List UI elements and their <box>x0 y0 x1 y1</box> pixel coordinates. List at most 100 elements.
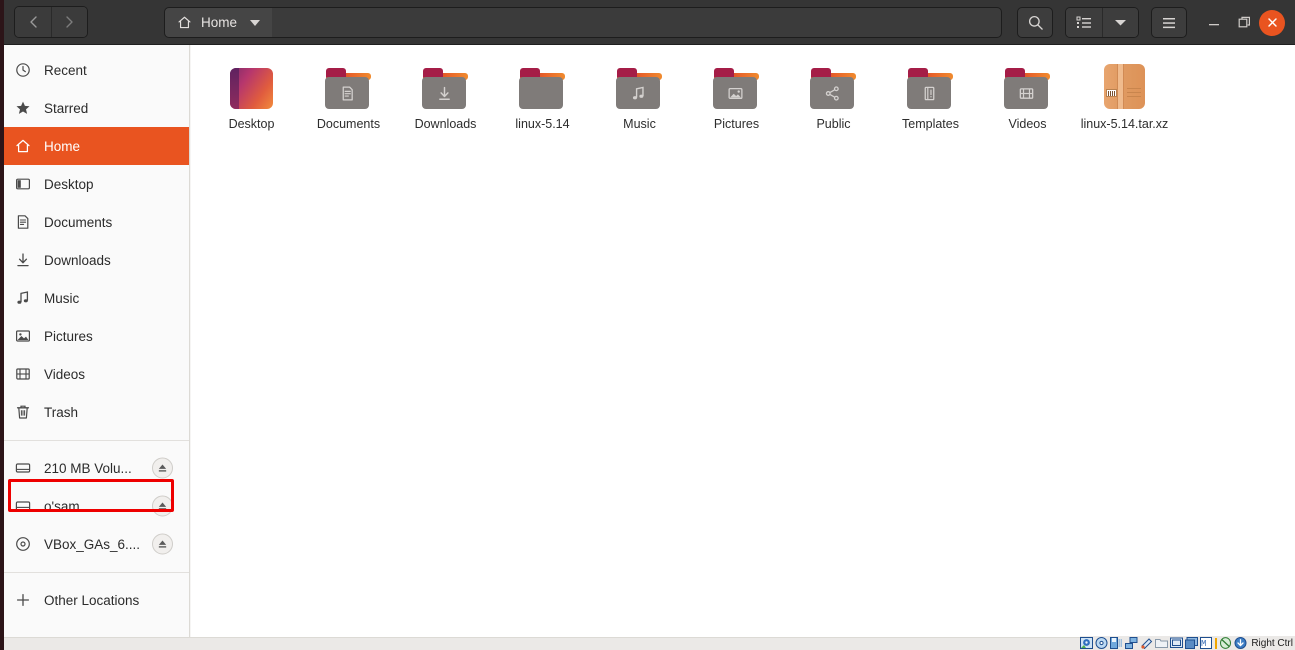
view-options-group <box>1065 7 1139 38</box>
sidebar-item-label: Documents <box>44 214 113 230</box>
document-icon <box>14 214 31 231</box>
chevron-down-icon[interactable] <box>250 19 261 26</box>
desktop-gradient-icon <box>226 61 278 109</box>
minimize-icon <box>1209 23 1219 25</box>
sidebar-item-recent[interactable]: Recent <box>0 51 189 89</box>
sidebar-item-videos[interactable]: Videos <box>0 355 189 393</box>
places-sidebar: Recent Starred Home Desktop Documents Do… <box>0 45 190 638</box>
optical-disk-icon[interactable] <box>1095 637 1108 649</box>
file-item-linux-514[interactable]: linux-5.14 <box>494 53 591 132</box>
file-name: Videos <box>1008 117 1047 131</box>
music-note-icon <box>14 290 31 307</box>
file-item-linux-tar-xz[interactable]: linux-5.14.tar.xz <box>1076 53 1173 132</box>
sidebar-item-starred[interactable]: Starred <box>0 89 189 127</box>
sidebar-item-label: Trash <box>44 404 79 420</box>
eject-icon <box>158 540 167 548</box>
file-item-music[interactable]: Music <box>591 53 688 132</box>
drive-icon <box>14 460 31 477</box>
forward-button[interactable] <box>51 7 87 37</box>
sidebar-item-volume-osam[interactable]: o'sam <box>0 487 189 525</box>
usb-icon[interactable] <box>1140 637 1153 650</box>
sidebar-item-music[interactable]: Music <box>0 279 189 317</box>
folder-film-icon <box>1002 61 1054 109</box>
sidebar-item-label: Pictures <box>44 328 93 344</box>
film-icon <box>14 366 31 383</box>
file-item-downloads[interactable]: Downloads <box>397 53 494 132</box>
plus-icon <box>14 592 31 609</box>
search-button[interactable] <box>1017 7 1053 38</box>
folder-music-icon <box>614 61 666 109</box>
folder-icon <box>517 61 569 109</box>
file-item-public[interactable]: Public <box>785 53 882 132</box>
sidebar-divider <box>0 440 189 441</box>
sidebar-item-volume-210mb[interactable]: 210 MB Volu... <box>0 449 189 487</box>
sidebar-item-documents[interactable]: Documents <box>0 203 189 241</box>
virtualbox-status-bar: M Right Ctrl <box>1080 636 1295 650</box>
main-menu-button[interactable] <box>1151 7 1187 38</box>
chevron-down-icon <box>1115 20 1126 26</box>
sidebar-item-desktop[interactable]: Desktop <box>0 165 189 203</box>
sidebar-item-label: Home <box>44 138 81 154</box>
eject-icon <box>158 502 167 510</box>
sidebar-item-label: Videos <box>44 366 86 382</box>
sidebar-item-home[interactable]: Home <box>0 127 189 165</box>
file-item-pictures[interactable]: Pictures <box>688 53 785 132</box>
breadcrumb-home-label: Home <box>201 15 238 30</box>
hard-disk-icon[interactable] <box>1080 637 1094 649</box>
close-button[interactable] <box>1259 9 1285 36</box>
folder-share-icon <box>808 61 860 109</box>
sidebar-item-label: Downloads <box>44 252 111 268</box>
home-icon <box>178 16 191 29</box>
eject-icon <box>158 464 167 472</box>
sidebar-item-vbox-guest-additions[interactable]: VBox_GAs_6.... <box>0 525 189 563</box>
list-view-icon <box>1076 16 1091 28</box>
virtualbox-guest-screen: Home Recent Starred Home Desktop Documen… <box>0 0 1295 650</box>
clock-icon <box>14 62 31 79</box>
recording-icon[interactable] <box>1185 637 1199 649</box>
sidebar-item-other-locations[interactable]: Other Locations <box>0 581 189 619</box>
floppy-icon[interactable] <box>1110 637 1123 649</box>
eject-button[interactable] <box>152 457 173 479</box>
file-item-documents[interactable]: Documents <box>300 53 397 132</box>
file-item-templates[interactable]: Templates <box>882 53 979 132</box>
vm-window-left-edge <box>0 0 4 650</box>
file-name: Templates <box>902 117 959 131</box>
mouse-icon[interactable] <box>1219 637 1232 649</box>
sidebar-item-pictures[interactable]: Pictures <box>0 317 189 355</box>
window-headerbar: Home <box>0 0 1295 45</box>
minimize-button[interactable] <box>1199 8 1229 38</box>
nav-button-group <box>14 6 88 38</box>
back-button[interactable] <box>15 7 51 37</box>
download-icon <box>14 252 31 269</box>
drive-icon <box>14 498 31 515</box>
maximize-button[interactable] <box>1229 8 1259 38</box>
folder-download-icon <box>420 61 472 109</box>
maximize-icon <box>1238 16 1250 28</box>
eject-button[interactable] <box>152 533 173 555</box>
file-name: Downloads <box>414 117 477 131</box>
file-item-videos[interactable]: Videos <box>979 53 1076 132</box>
sidebar-item-label: o'sam <box>44 498 80 514</box>
keyboard-icon[interactable] <box>1234 637 1247 649</box>
sidebar-item-trash[interactable]: Trash <box>0 393 189 431</box>
sidebar-divider <box>0 572 189 573</box>
sidebar-item-label: Other Locations <box>44 592 140 608</box>
desktop-icon <box>14 176 31 193</box>
file-item-desktop[interactable]: Desktop <box>203 53 300 132</box>
disc-icon <box>14 536 31 553</box>
vm-icon[interactable]: M <box>1200 637 1213 649</box>
network-icon[interactable] <box>1125 637 1138 649</box>
display-icon[interactable] <box>1170 637 1184 649</box>
sidebar-item-downloads[interactable]: Downloads <box>0 241 189 279</box>
file-name: Documents <box>316 117 381 131</box>
chevron-right-icon <box>66 16 73 28</box>
eject-button[interactable] <box>152 495 173 517</box>
shared-folder-icon[interactable] <box>1155 637 1169 649</box>
status-divider <box>1215 637 1218 649</box>
view-menu-button[interactable] <box>1102 8 1138 37</box>
breadcrumb-home[interactable]: Home <box>165 8 273 37</box>
trash-icon <box>14 404 31 421</box>
sidebar-places-section: Recent Starred Home Desktop Documents Do… <box>0 45 189 431</box>
list-view-button[interactable] <box>1066 8 1102 37</box>
sidebar-item-label: Music <box>44 290 80 306</box>
